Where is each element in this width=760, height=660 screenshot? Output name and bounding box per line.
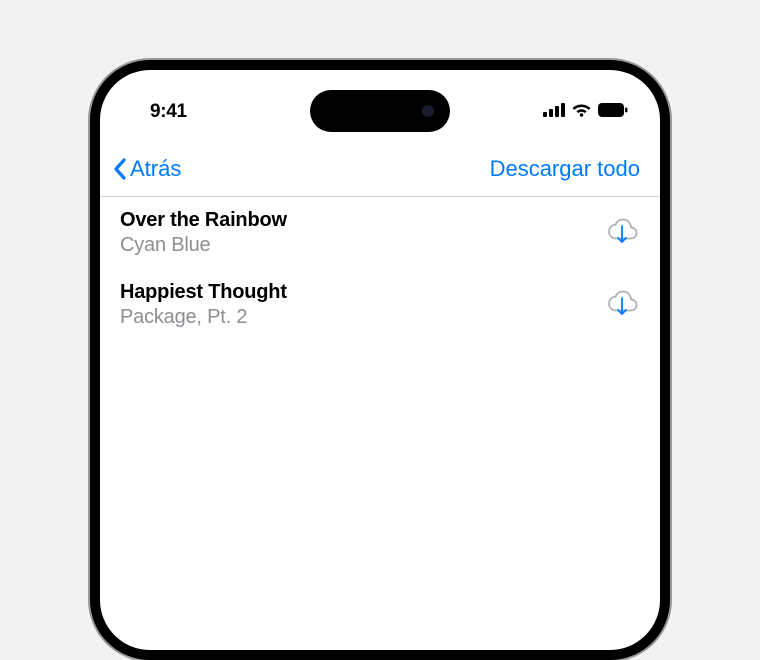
list-item[interactable]: Over the Rainbow Cyan Blue — [100, 197, 660, 269]
battery-icon — [598, 103, 628, 122]
back-button[interactable]: Atrás — [112, 156, 181, 182]
list-item-text: Over the Rainbow Cyan Blue — [120, 209, 287, 257]
song-subtitle: Cyan Blue — [120, 234, 287, 257]
navigation-bar: Atrás Descargar todo — [100, 132, 660, 197]
status-time: 9:41 — [150, 101, 187, 123]
cloud-download-icon[interactable] — [604, 289, 640, 322]
cloud-download-icon[interactable] — [604, 217, 640, 250]
phone-screen: 9:41 — [100, 70, 660, 650]
wifi-icon — [571, 102, 592, 122]
download-all-button[interactable]: Descargar todo — [490, 156, 640, 182]
back-label: Atrás — [130, 156, 181, 182]
list-item[interactable]: Happiest Thought Package, Pt. 2 — [100, 269, 660, 341]
dynamic-island — [310, 90, 450, 132]
chevron-left-icon — [112, 157, 128, 181]
cellular-signal-icon — [543, 103, 565, 122]
download-all-label: Descargar todo — [490, 156, 640, 181]
list-item-text: Happiest Thought Package, Pt. 2 — [120, 281, 287, 329]
songs-list: Over the Rainbow Cyan Blue Happiest Thou… — [100, 197, 660, 341]
phone-frame: 9:41 — [90, 60, 670, 660]
song-title: Happiest Thought — [120, 281, 287, 304]
song-title: Over the Rainbow — [120, 209, 287, 232]
status-right — [543, 102, 628, 122]
song-subtitle: Package, Pt. 2 — [120, 306, 287, 329]
